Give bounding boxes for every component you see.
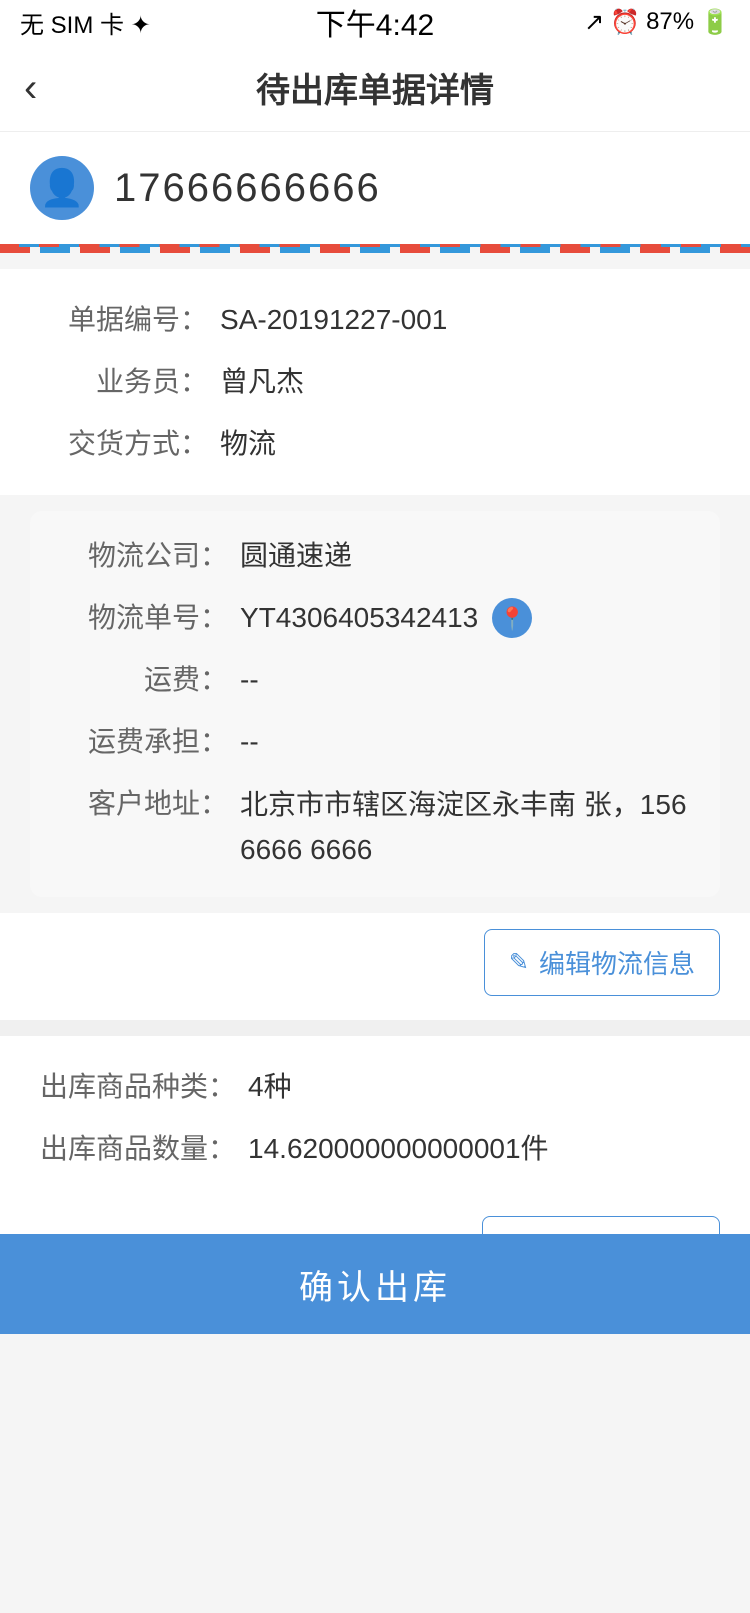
goods-types-value: 4种 xyxy=(248,1066,710,1108)
confirm-bar[interactable]: 确认出库 xyxy=(0,1234,750,1334)
location-icon: ↗ xyxy=(584,8,604,37)
back-button[interactable]: ‹ xyxy=(24,68,37,108)
salesperson-label: 业务员 xyxy=(40,361,180,403)
address-label: 客户地址 xyxy=(60,783,200,825)
sim-status: 无 SIM 卡 ✦ xyxy=(20,5,151,40)
basic-info-section: 单据编号 ： SA-20191227-001 业务员 ： 曾凡杰 交货方式 ： … xyxy=(0,269,750,495)
tracking-row: 物流单号 ： YT4306405342413 📍 xyxy=(60,597,690,639)
nav-bar: ‹ 待出库单据详情 xyxy=(0,44,750,132)
status-right: ↗ ⏰ 87% 🔋 xyxy=(584,8,730,37)
goods-qty-value: 14.620000000000001件 xyxy=(248,1128,710,1170)
status-left: 无 SIM 卡 ✦ xyxy=(20,5,151,40)
tracking-label: 物流单号 xyxy=(60,597,200,639)
status-time: 下午4:42 xyxy=(316,0,434,44)
goods-qty-row: 出库商品数量 ： 14.620000000000001件 xyxy=(40,1128,710,1170)
battery-status: 87% xyxy=(646,8,694,36)
delivery-method-row: 交货方式 ： 物流 xyxy=(40,423,710,465)
logistics-company-label: 物流公司 xyxy=(60,535,200,577)
tracking-number: YT4306405342413 xyxy=(240,597,478,639)
salesperson-row: 业务员 ： 曾凡杰 xyxy=(40,361,710,403)
freight-row: 运费 ： -- xyxy=(60,659,690,701)
customer-header: 👤 17666666666 xyxy=(0,132,750,247)
goods-qty-label: 出库商品数量 xyxy=(40,1128,208,1170)
dashed-separator xyxy=(0,247,750,253)
freight-bearer-row: 运费承担 ： -- xyxy=(60,721,690,763)
edit-logistics-label: 编辑物流信息 xyxy=(539,944,695,981)
freight-value: -- xyxy=(240,659,690,701)
customer-phone: 17666666666 xyxy=(114,166,381,211)
address-value: 北京市市辖区海淀区永丰南 张，156 6666 6666 xyxy=(240,783,690,873)
warehouse-section: 出库商品种类 ： 4种 出库商品数量 ： 14.620000000000001件 xyxy=(0,1036,750,1200)
gray-divider xyxy=(0,1020,750,1036)
freight-bearer-value: -- xyxy=(240,721,690,763)
logistics-company-value: 圆通速递 xyxy=(240,535,690,577)
logistics-section: 物流公司 ： 圆通速递 物流单号 ： YT4306405342413 📍 运费 … xyxy=(30,511,720,897)
battery-icon: 🔋 xyxy=(700,8,730,37)
doc-number-label: 单据编号 xyxy=(40,299,180,341)
status-bar: 无 SIM 卡 ✦ 下午4:42 ↗ ⏰ 87% 🔋 xyxy=(0,0,750,44)
page-title: 待出库单据详情 xyxy=(256,63,494,112)
freight-label: 运费 xyxy=(60,659,200,701)
alarm-icon: ⏰ xyxy=(610,8,640,37)
goods-types-label: 出库商品种类 xyxy=(40,1066,208,1108)
edit-logistics-wrap: ✎ 编辑物流信息 xyxy=(0,913,750,1020)
delivery-method-label: 交货方式 xyxy=(40,423,180,465)
confirm-button-label: 确认出库 xyxy=(299,1260,451,1309)
edit-logistics-button[interactable]: ✎ 编辑物流信息 xyxy=(484,929,720,996)
address-row: 客户地址 ： 北京市市辖区海淀区永丰南 张，156 6666 6666 xyxy=(60,783,690,873)
logistics-company-row: 物流公司 ： 圆通速递 xyxy=(60,535,690,577)
avatar: 👤 xyxy=(30,156,94,220)
freight-bearer-label: 运费承担 xyxy=(60,721,200,763)
avatar-icon: 👤 xyxy=(40,167,85,209)
location-icon[interactable]: 📍 xyxy=(492,598,532,638)
bottom-space xyxy=(0,1313,750,1513)
edit-icon: ✎ xyxy=(509,948,529,977)
tracking-value-wrap: YT4306405342413 📍 xyxy=(240,597,532,639)
goods-types-row: 出库商品种类 ： 4种 xyxy=(40,1066,710,1108)
salesperson-value: 曾凡杰 xyxy=(220,361,710,403)
doc-number-row: 单据编号 ： SA-20191227-001 xyxy=(40,299,710,341)
delivery-method-value: 物流 xyxy=(220,423,710,465)
doc-number-value: SA-20191227-001 xyxy=(220,299,710,341)
